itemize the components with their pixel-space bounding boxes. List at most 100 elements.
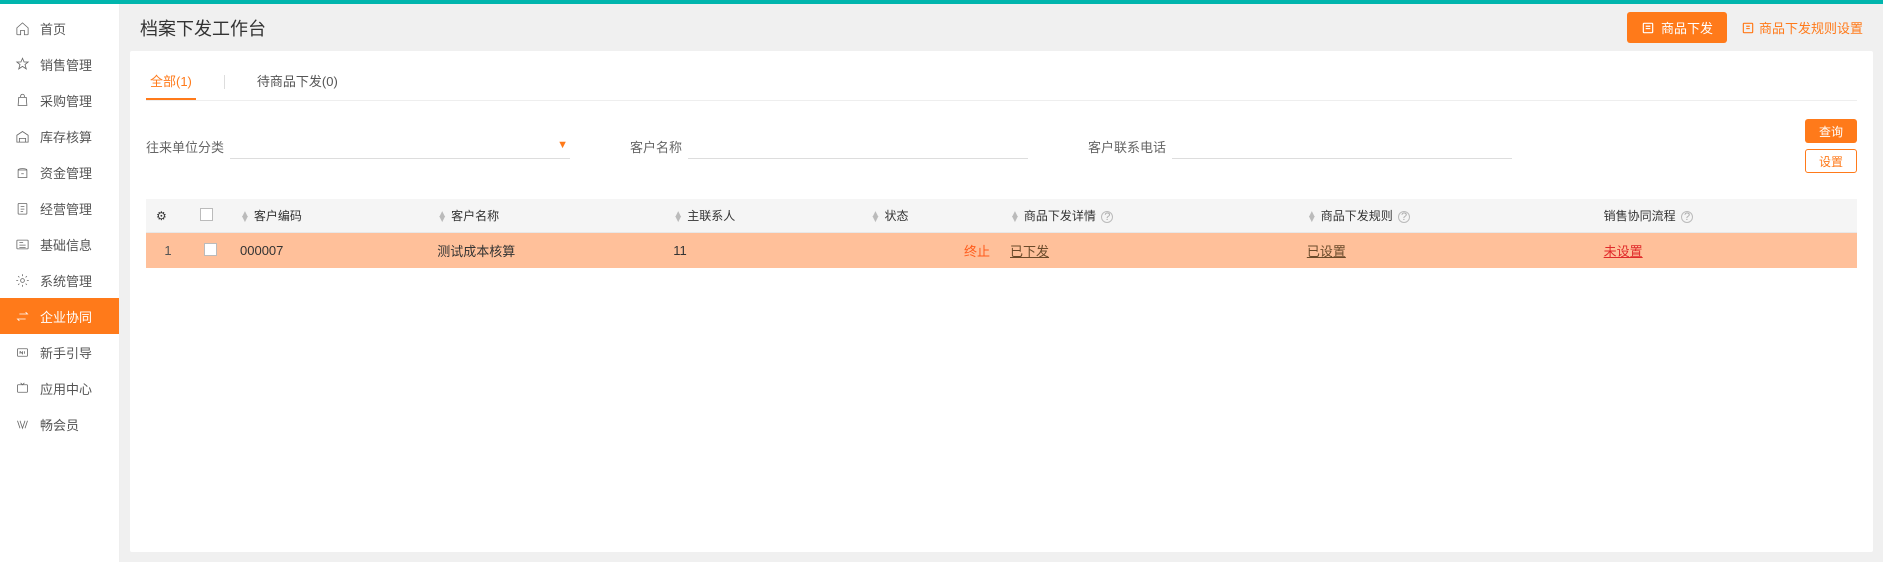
sidebar-item-label: 新手引导 — [40, 343, 92, 362]
new-icon — [14, 344, 30, 360]
sidebar-item-business[interactable]: 经营管理 — [0, 190, 119, 226]
sort-icon: ▲▼ — [240, 212, 250, 222]
column-label: 客户名称 — [451, 209, 499, 223]
sidebar-item-home[interactable]: 首页 — [0, 10, 119, 46]
page-header: 档案下发工作台 商品下发 商品下发规则设置 — [120, 0, 1883, 51]
main-content: 档案下发工作台 商品下发 商品下发规则设置 全部(1) 待商品下发(0) — [120, 0, 1883, 562]
warehouse-icon — [14, 128, 30, 144]
tab-pending[interactable]: 待商品下发(0) — [253, 63, 342, 100]
sidebar-item-sales[interactable]: 销售管理 — [0, 46, 119, 82]
column-label: 商品下发详情 — [1024, 209, 1096, 223]
column-checkbox — [190, 199, 230, 233]
sidebar-item-label: 销售管理 — [40, 55, 92, 74]
table-row[interactable]: 1 000007 测试成本核算 11 终止 已下发 已设置 未设置 — [146, 233, 1857, 269]
sort-icon: ▲▼ — [871, 212, 881, 222]
sidebar-item-label: 库存核算 — [40, 127, 92, 146]
sidebar-item-label: 应用中心 — [40, 379, 92, 398]
button-label: 商品下发 — [1661, 18, 1713, 37]
column-name[interactable]: ▲▼客户名称 — [427, 199, 663, 233]
header-actions: 商品下发 商品下发规则设置 — [1627, 12, 1863, 43]
sort-icon: ▲▼ — [673, 212, 683, 222]
filter-label: 客户联系电话 — [1088, 137, 1166, 156]
sidebar-item-label: 资金管理 — [40, 163, 92, 182]
customer-phone-input[interactable] — [1172, 133, 1512, 159]
star-icon — [14, 56, 30, 72]
sidebar-item-label: 采购管理 — [40, 91, 92, 110]
cell-code: 000007 — [230, 233, 427, 269]
rule-settings-link[interactable]: 商品下发规则设置 — [1741, 18, 1863, 37]
dispatch-icon — [1641, 21, 1655, 35]
sidebar: 首页 销售管理 采购管理 库存核算 资金管理 经营管理 基础信息 系统管理 — [0, 0, 120, 562]
select-all-checkbox[interactable] — [200, 208, 213, 221]
tab-all[interactable]: 全部(1) — [146, 63, 196, 100]
settings-button[interactable]: 设置 — [1805, 149, 1857, 173]
flow-link[interactable]: 未设置 — [1604, 244, 1643, 259]
tab-separator — [224, 75, 225, 89]
news-icon — [14, 236, 30, 252]
data-table: ⚙ ▲▼客户编码 ▲▼客户名称 ▲▼主联系人 ▲▼状态 ▲▼商品下发详情 ? ▲… — [146, 199, 1857, 268]
column-label: 销售协同流程 — [1604, 209, 1676, 223]
tab-bar: 全部(1) 待商品下发(0) — [146, 51, 1857, 101]
top-accent-bar — [0, 0, 1883, 4]
column-label: 客户编码 — [254, 209, 302, 223]
row-index: 1 — [146, 233, 190, 269]
gear-icon — [14, 272, 30, 288]
sidebar-item-vip[interactable]: 畅会员 — [0, 406, 119, 442]
cell-status: 终止 — [964, 244, 990, 259]
cell-name: 测试成本核算 — [427, 233, 663, 269]
column-rule[interactable]: ▲▼ 商品下发规则 ? — [1297, 199, 1594, 233]
column-label: 状态 — [884, 209, 908, 223]
sidebar-item-collaboration[interactable]: 企业协同 — [0, 298, 119, 334]
app-root: 首页 销售管理 采购管理 库存核算 资金管理 经营管理 基础信息 系统管理 — [0, 0, 1883, 562]
filter-customer-name: 客户名称 — [630, 133, 1028, 159]
query-button[interactable]: 查询 — [1805, 119, 1857, 143]
sidebar-item-inventory[interactable]: 库存核算 — [0, 118, 119, 154]
sort-icon: ▲▼ — [1307, 212, 1317, 222]
sidebar-item-label: 基础信息 — [40, 235, 92, 254]
page-title: 档案下发工作台 — [140, 15, 266, 41]
sidebar-item-label: 系统管理 — [40, 271, 92, 290]
column-label: 主联系人 — [687, 209, 735, 223]
home-icon — [14, 20, 30, 36]
column-code[interactable]: ▲▼ 客户编码 — [230, 199, 427, 233]
sidebar-item-apps[interactable]: 应用中心 — [0, 370, 119, 406]
sidebar-item-label: 经营管理 — [40, 199, 92, 218]
product-dispatch-button[interactable]: 商品下发 — [1627, 12, 1727, 43]
detail-link[interactable]: 已下发 — [1010, 244, 1049, 259]
sidebar-item-label: 畅会员 — [40, 415, 79, 434]
sidebar-item-purchase[interactable]: 采购管理 — [0, 82, 119, 118]
customer-name-input[interactable] — [688, 133, 1028, 159]
tv-icon — [14, 380, 30, 396]
sort-icon: ▲▼ — [1010, 212, 1020, 222]
filter-buttons: 查询 设置 — [1805, 119, 1857, 173]
sidebar-item-label: 企业协同 — [40, 307, 92, 326]
column-label: 商品下发规则 — [1321, 209, 1393, 223]
money-icon — [14, 164, 30, 180]
filter-category: 往来单位分类 ▼ — [146, 133, 570, 159]
sidebar-item-system[interactable]: 系统管理 — [0, 262, 119, 298]
cell-contact: 11 — [663, 233, 860, 269]
column-gear[interactable]: ⚙ — [146, 199, 190, 233]
gear-icon: ⚙ — [156, 209, 167, 223]
help-icon[interactable]: ? — [1101, 211, 1113, 223]
vip-icon — [14, 416, 30, 432]
column-contact[interactable]: ▲▼ 主联系人 — [663, 199, 860, 233]
column-flow[interactable]: 销售协同流程 ? — [1594, 199, 1857, 233]
filter-customer-phone: 客户联系电话 — [1088, 133, 1512, 159]
sidebar-item-finance[interactable]: 资金管理 — [0, 154, 119, 190]
rule-link[interactable]: 已设置 — [1307, 244, 1346, 259]
sidebar-item-guide[interactable]: 新手引导 — [0, 334, 119, 370]
clipboard-icon — [14, 200, 30, 216]
filter-label: 往来单位分类 — [146, 137, 224, 156]
row-checkbox[interactable] — [204, 243, 217, 256]
content-panel: 全部(1) 待商品下发(0) 往来单位分类 ▼ 客户名称 — [130, 51, 1873, 552]
help-icon[interactable]: ? — [1681, 211, 1693, 223]
sidebar-item-basic[interactable]: 基础信息 — [0, 226, 119, 262]
help-icon[interactable]: ? — [1398, 211, 1410, 223]
bag-icon — [14, 92, 30, 108]
column-detail[interactable]: ▲▼ 商品下发详情 ? — [1000, 199, 1297, 233]
rule-icon — [1741, 21, 1755, 35]
column-status[interactable]: ▲▼状态 — [861, 199, 1000, 233]
category-select[interactable] — [230, 133, 570, 159]
filter-row: 往来单位分类 ▼ 客户名称 客户联系电话 — [146, 101, 1857, 199]
